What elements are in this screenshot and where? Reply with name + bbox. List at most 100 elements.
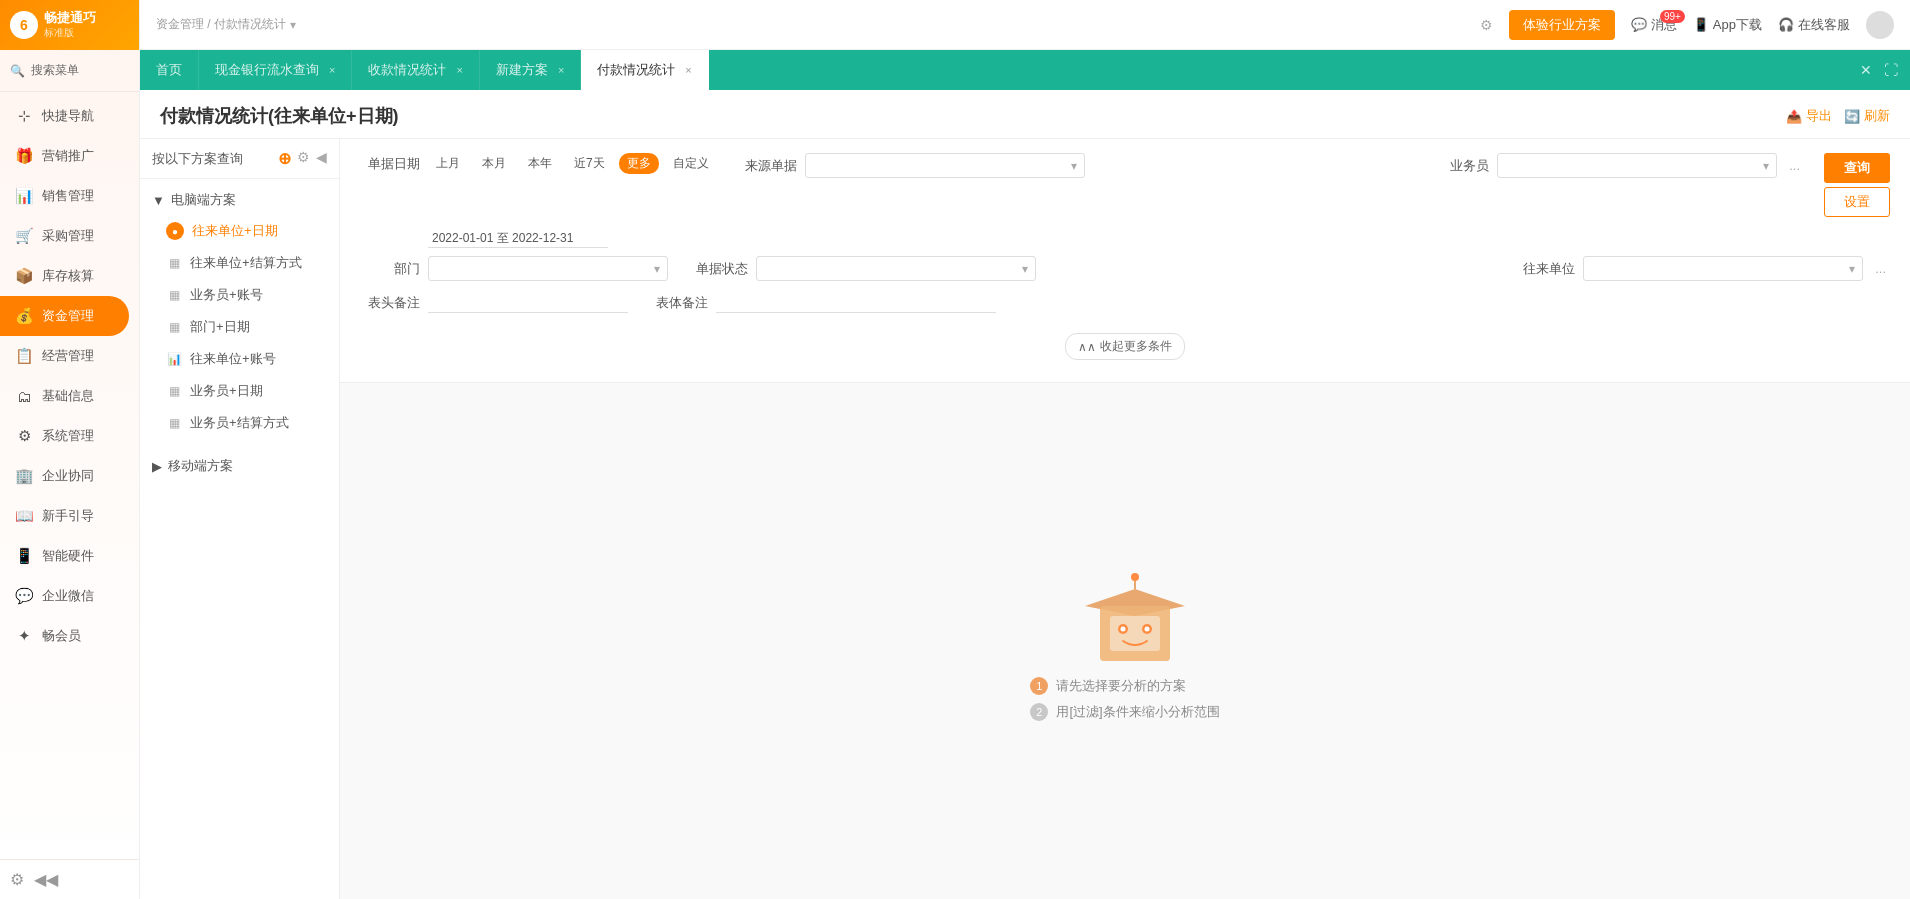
app-download-button[interactable]: 📱 App下载 <box>1693 16 1762 34</box>
date-opt-last-7-days[interactable]: 近7天 <box>566 153 613 174</box>
date-range-row <box>360 229 1890 256</box>
pc-scheme-group-header[interactable]: ▼ 电脑端方案 <box>140 185 339 215</box>
sidebar-item-hardware[interactable]: 📱 智能硬件 <box>0 536 139 576</box>
header-remark-input[interactable] <box>428 293 628 313</box>
date-opt-this-month[interactable]: 本月 <box>474 153 514 174</box>
source-select-wrapper <box>805 153 1085 178</box>
dept-select[interactable] <box>428 256 668 281</box>
pc-group-arrow: ▼ <box>152 193 165 208</box>
export-label: 导出 <box>1806 107 1832 125</box>
sidebar-item-member[interactable]: ✦ 畅会员 <box>0 616 139 656</box>
related-unit-field: 往来单位 ... <box>1515 256 1890 281</box>
tab-new-scheme-close[interactable]: × <box>558 64 564 76</box>
online-service-button[interactable]: 🎧 在线客服 <box>1778 16 1850 34</box>
voucher-status-select[interactable] <box>756 256 1036 281</box>
sidebar-item-guide[interactable]: 📖 新手引导 <box>0 496 139 536</box>
sidebar-item-wechat[interactable]: 💬 企业微信 <box>0 576 139 616</box>
scheme-item-icon: ▦ <box>166 383 182 399</box>
scheme-item-dept-date[interactable]: ▦ 部门+日期 <box>140 311 339 343</box>
sidebar-item-operation[interactable]: 📋 经营管理 <box>0 336 139 376</box>
tab-new-scheme[interactable]: 新建方案 × <box>480 50 581 90</box>
online-service-label: 在线客服 <box>1798 16 1850 34</box>
tab-home-label: 首页 <box>156 61 182 79</box>
scheme-item-company-account[interactable]: 📊 往来单位+账号 <box>140 343 339 375</box>
sidebar-item-system[interactable]: ⚙ 系统管理 <box>0 416 139 456</box>
trial-button[interactable]: 体验行业方案 <box>1509 10 1615 40</box>
message-button[interactable]: 💬 消息 99+ <box>1631 16 1677 34</box>
mobile-group-header[interactable]: ▶ 移动端方案 <box>152 451 327 481</box>
date-opt-more[interactable]: 更多 <box>619 153 659 174</box>
sidebar-item-marketing[interactable]: 🎁 营销推广 <box>0 136 139 176</box>
source-select[interactable] <box>805 153 1085 178</box>
close-window-icon[interactable]: ✕ <box>1860 62 1872 78</box>
sidebar-search-area[interactable]: 🔍 搜索菜单 <box>0 50 139 92</box>
collapse-sidebar-icon[interactable]: ◀◀ <box>34 870 58 889</box>
empty-state: 1 请先选择要分析的方案 2 用[过滤]条件来缩小分析范围 <box>1030 561 1219 721</box>
search-menu-button[interactable]: 🔍 搜索菜单 <box>10 58 129 83</box>
topbar-settings-icon[interactable]: ⚙ <box>1480 17 1493 33</box>
add-scheme-icon[interactable]: ⊕ <box>278 149 291 168</box>
source-label: 来源单据 <box>737 157 797 175</box>
related-dots[interactable]: ... <box>1871 257 1890 280</box>
window-controls: ✕ ⛶ <box>1848 50 1910 90</box>
breadcrumb-dropdown-icon[interactable]: ▾ <box>290 18 296 32</box>
staff-select[interactable] <box>1497 153 1777 178</box>
service-icon: 🎧 <box>1778 17 1794 32</box>
sidebar-item-capital[interactable]: 💰 资金管理 <box>0 296 129 336</box>
empty-svg <box>1075 561 1195 671</box>
dept-select-wrapper <box>428 256 668 281</box>
scheme-item-staff-settlement[interactable]: ▦ 业务员+结算方式 <box>140 407 339 439</box>
staff-dots[interactable]: ... <box>1785 154 1804 177</box>
tab-bank-flow[interactable]: 现金银行流水查询 × <box>199 50 352 90</box>
tab-payment-stats-close[interactable]: × <box>685 64 691 76</box>
scheme-item-icon: ▦ <box>166 287 182 303</box>
tab-home[interactable]: 首页 <box>140 50 199 90</box>
scheme-settings-icon[interactable]: ⚙ <box>297 149 310 168</box>
scheme-collapse-icon[interactable]: ◀ <box>316 149 327 168</box>
tab-bank-flow-close[interactable]: × <box>329 64 335 76</box>
sidebar-item-basic[interactable]: 🗂 基础信息 <box>0 376 139 416</box>
date-range-input[interactable] <box>428 229 608 248</box>
date-opt-custom[interactable]: 自定义 <box>665 153 717 174</box>
date-opt-last-month[interactable]: 上月 <box>428 153 468 174</box>
sidebar-item-purchase[interactable]: 🛒 采购管理 <box>0 216 139 256</box>
message-icon: 💬 <box>1631 17 1647 32</box>
scheme-item-company-date[interactable]: ● 往来单位+日期 <box>140 215 339 247</box>
related-unit-label: 往来单位 <box>1515 260 1575 278</box>
scheme-item-staff-account[interactable]: ▦ 业务员+账号 <box>140 279 339 311</box>
body-remark-input[interactable] <box>716 293 996 313</box>
header-remark-label: 表头备注 <box>360 294 420 312</box>
tab-receivable-close[interactable]: × <box>456 64 462 76</box>
scheme-item-staff-date[interactable]: ▦ 业务员+日期 <box>140 375 339 407</box>
hardware-icon: 📱 <box>14 546 34 566</box>
dept-field: 部门 <box>360 256 668 281</box>
collapse-button[interactable]: ∧∧ 收起更多条件 <box>1065 333 1185 360</box>
scheme-item-label: 业务员+账号 <box>190 286 263 304</box>
sidebar-item-quick-nav[interactable]: ⊹ 快捷导航 <box>0 96 139 136</box>
date-opt-this-year[interactable]: 本年 <box>520 153 560 174</box>
tab-payment-stats[interactable]: 付款情况统计 × <box>581 50 708 90</box>
expand-window-icon[interactable]: ⛶ <box>1884 62 1898 78</box>
header-remark-field: 表头备注 <box>360 293 628 313</box>
scheme-item-company-settlement[interactable]: ▦ 往来单位+结算方式 <box>140 247 339 279</box>
sidebar-item-enterprise[interactable]: 🏢 企业协同 <box>0 456 139 496</box>
wechat-icon: 💬 <box>14 586 34 606</box>
staff-label: 业务员 <box>1429 157 1489 175</box>
export-button[interactable]: 📤 导出 <box>1786 107 1832 125</box>
tab-new-scheme-label: 新建方案 <box>496 61 548 79</box>
main-area: 资金管理 / 付款情况统计 ▾ ⚙ 体验行业方案 💬 消息 99+ 📱 App下… <box>140 0 1910 899</box>
date-options: 上月 本月 本年 近7天 更多 自定义 <box>428 153 717 174</box>
query-button[interactable]: 查询 <box>1824 153 1890 183</box>
tab-receivable-stats[interactable]: 收款情况统计 × <box>352 50 479 90</box>
settings-bottom-icon[interactable]: ⚙ <box>10 870 24 889</box>
date-label: 单据日期 <box>360 155 420 173</box>
related-unit-select[interactable] <box>1583 256 1863 281</box>
sidebar-item-sales[interactable]: 📊 销售管理 <box>0 176 139 216</box>
filter-settings-button[interactable]: 设置 <box>1824 187 1890 217</box>
logo-text: 畅捷通巧 <box>44 10 96 26</box>
voucher-status-label: 单据状态 <box>688 260 748 278</box>
sidebar-item-inventory[interactable]: 📦 库存核算 <box>0 256 139 296</box>
refresh-button[interactable]: 🔄 刷新 <box>1844 107 1890 125</box>
user-avatar[interactable] <box>1866 11 1894 39</box>
data-area: 1 请先选择要分析的方案 2 用[过滤]条件来缩小分析范围 <box>340 383 1910 899</box>
